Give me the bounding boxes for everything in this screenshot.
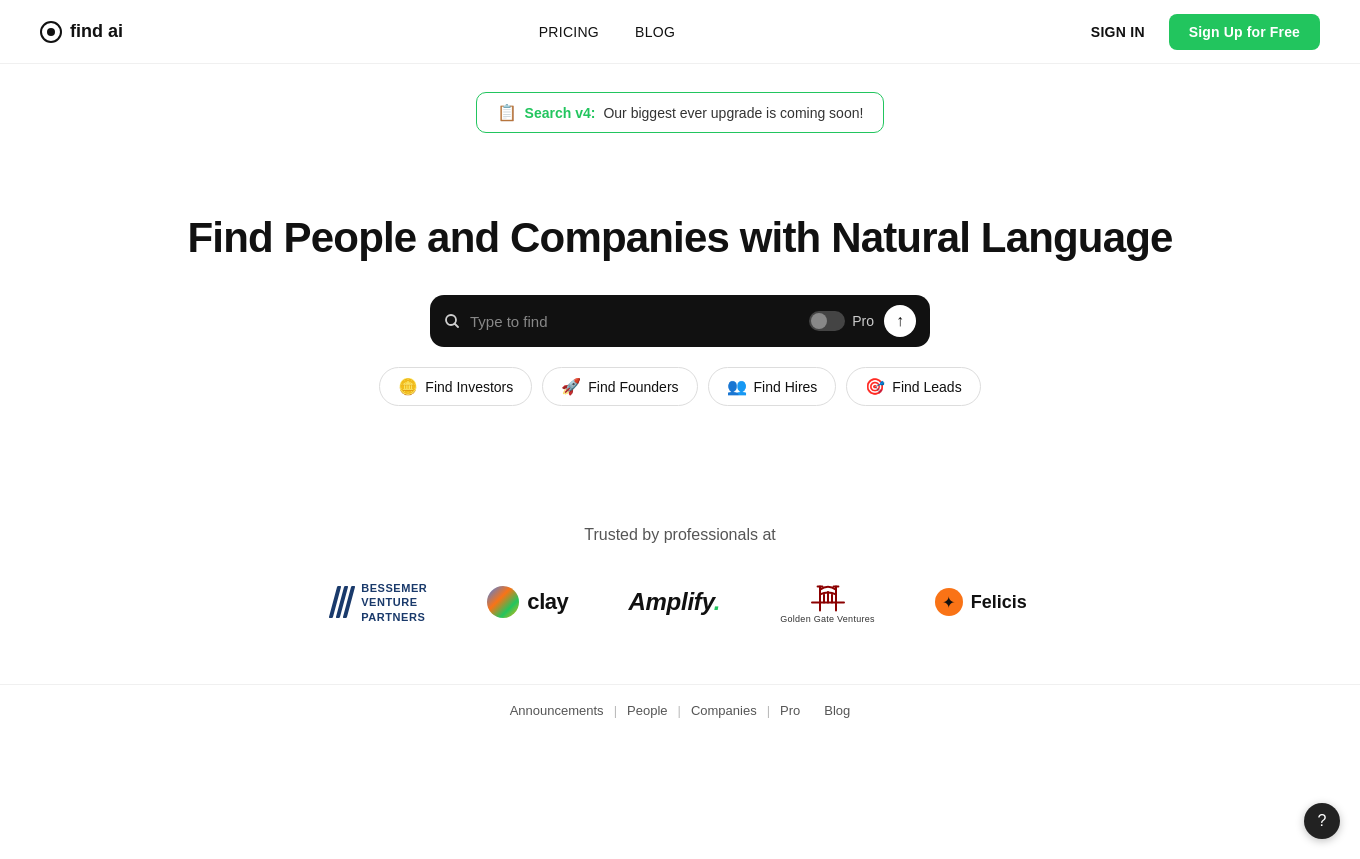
help-bubble[interactable]: ? bbox=[1304, 803, 1340, 839]
svg-line-1 bbox=[455, 324, 459, 328]
felicis-text: Felicis bbox=[971, 592, 1027, 613]
filter-find-leads[interactable]: 🎯 Find Leads bbox=[846, 367, 980, 406]
bessemer-logo-icon bbox=[333, 586, 351, 618]
bessemer-text: BessemerVenturePartners bbox=[361, 581, 427, 624]
nav-blog[interactable]: BLOG bbox=[635, 24, 675, 40]
filter-find-founders[interactable]: 🚀 Find Founders bbox=[542, 367, 697, 406]
felicis-logo-icon: ✦ bbox=[935, 588, 963, 616]
footer: Announcements | People | Companies | Pro… bbox=[0, 684, 1360, 736]
nav-links: PRICING BLOG bbox=[539, 24, 675, 40]
navbar: find ai PRICING BLOG SIGN IN Sign Up for… bbox=[0, 0, 1360, 64]
search-bar-wrapper: Pro ↑ bbox=[430, 295, 930, 347]
pro-toggle-track[interactable] bbox=[809, 311, 845, 331]
pro-toggle-thumb bbox=[811, 313, 827, 329]
pro-toggle[interactable]: Pro bbox=[809, 311, 874, 331]
banner-icon: 📋 bbox=[497, 103, 517, 122]
footer-announcements[interactable]: Announcements bbox=[500, 703, 614, 718]
announcement-banner-wrapper: 📋 Search v4: Our biggest ever upgrade is… bbox=[0, 92, 1360, 133]
trusted-section: Trusted by professionals at BessemerVent… bbox=[0, 526, 1360, 684]
logo-circle-icon bbox=[40, 21, 62, 43]
clay-logo-icon bbox=[487, 586, 519, 618]
hires-emoji-icon: 👥 bbox=[727, 377, 747, 396]
signin-button[interactable]: SIGN IN bbox=[1091, 24, 1145, 40]
banner-text: Our biggest ever upgrade is coming soon! bbox=[603, 105, 863, 121]
ggv-text: Golden Gate Ventures bbox=[780, 614, 874, 624]
pro-label: Pro bbox=[852, 313, 874, 329]
logo-golden-gate-ventures: Golden Gate Ventures bbox=[780, 580, 874, 624]
announcement-banner: 📋 Search v4: Our biggest ever upgrade is… bbox=[476, 92, 885, 133]
nav-actions: SIGN IN Sign Up for Free bbox=[1091, 14, 1320, 50]
logo[interactable]: find ai bbox=[40, 21, 123, 43]
logo-bessemer: BessemerVenturePartners bbox=[333, 581, 427, 624]
banner-label: Search v4: bbox=[525, 105, 596, 121]
hero-title: Find People and Companies with Natural L… bbox=[188, 213, 1173, 263]
founders-emoji-icon: 🚀 bbox=[561, 377, 581, 396]
filter-find-investors[interactable]: 🪙 Find Investors bbox=[379, 367, 532, 406]
ggv-logo-icon bbox=[808, 580, 848, 612]
quick-filters: 🪙 Find Investors 🚀 Find Founders 👥 Find … bbox=[379, 367, 980, 406]
help-icon: ? bbox=[1318, 812, 1327, 830]
logo-felicis: ✦ Felicis bbox=[935, 588, 1027, 616]
filter-find-hires[interactable]: 👥 Find Hires bbox=[708, 367, 837, 406]
logo-clay: clay bbox=[487, 586, 568, 618]
amplify-text: Amplify. bbox=[628, 588, 720, 615]
leads-emoji-icon: 🎯 bbox=[865, 377, 885, 396]
signup-button[interactable]: Sign Up for Free bbox=[1169, 14, 1320, 50]
search-bar: Pro ↑ bbox=[430, 295, 930, 347]
search-icon bbox=[444, 313, 460, 329]
search-input[interactable] bbox=[470, 313, 799, 330]
founders-label: Find Founders bbox=[588, 379, 678, 395]
submit-arrow-icon: ↑ bbox=[896, 312, 904, 330]
leads-label: Find Leads bbox=[892, 379, 961, 395]
nav-pricing[interactable]: PRICING bbox=[539, 24, 599, 40]
footer-people[interactable]: People bbox=[617, 703, 677, 718]
brand-name: find ai bbox=[70, 21, 123, 42]
clay-text: clay bbox=[527, 589, 568, 615]
footer-companies[interactable]: Companies bbox=[681, 703, 767, 718]
footer-links: Announcements | People | Companies | Pro… bbox=[500, 703, 861, 718]
investors-label: Find Investors bbox=[425, 379, 513, 395]
logo-amplify: Amplify. bbox=[628, 588, 720, 616]
hires-label: Find Hires bbox=[754, 379, 818, 395]
trusted-logos: BessemerVenturePartners clay Amplify. bbox=[333, 580, 1027, 624]
hero-section: Find People and Companies with Natural L… bbox=[0, 213, 1360, 406]
footer-blog[interactable]: Blog bbox=[814, 703, 860, 718]
investors-emoji-icon: 🪙 bbox=[398, 377, 418, 396]
search-submit-button[interactable]: ↑ bbox=[884, 305, 916, 337]
footer-pro[interactable]: Pro bbox=[770, 703, 810, 718]
trusted-label: Trusted by professionals at bbox=[584, 526, 776, 544]
